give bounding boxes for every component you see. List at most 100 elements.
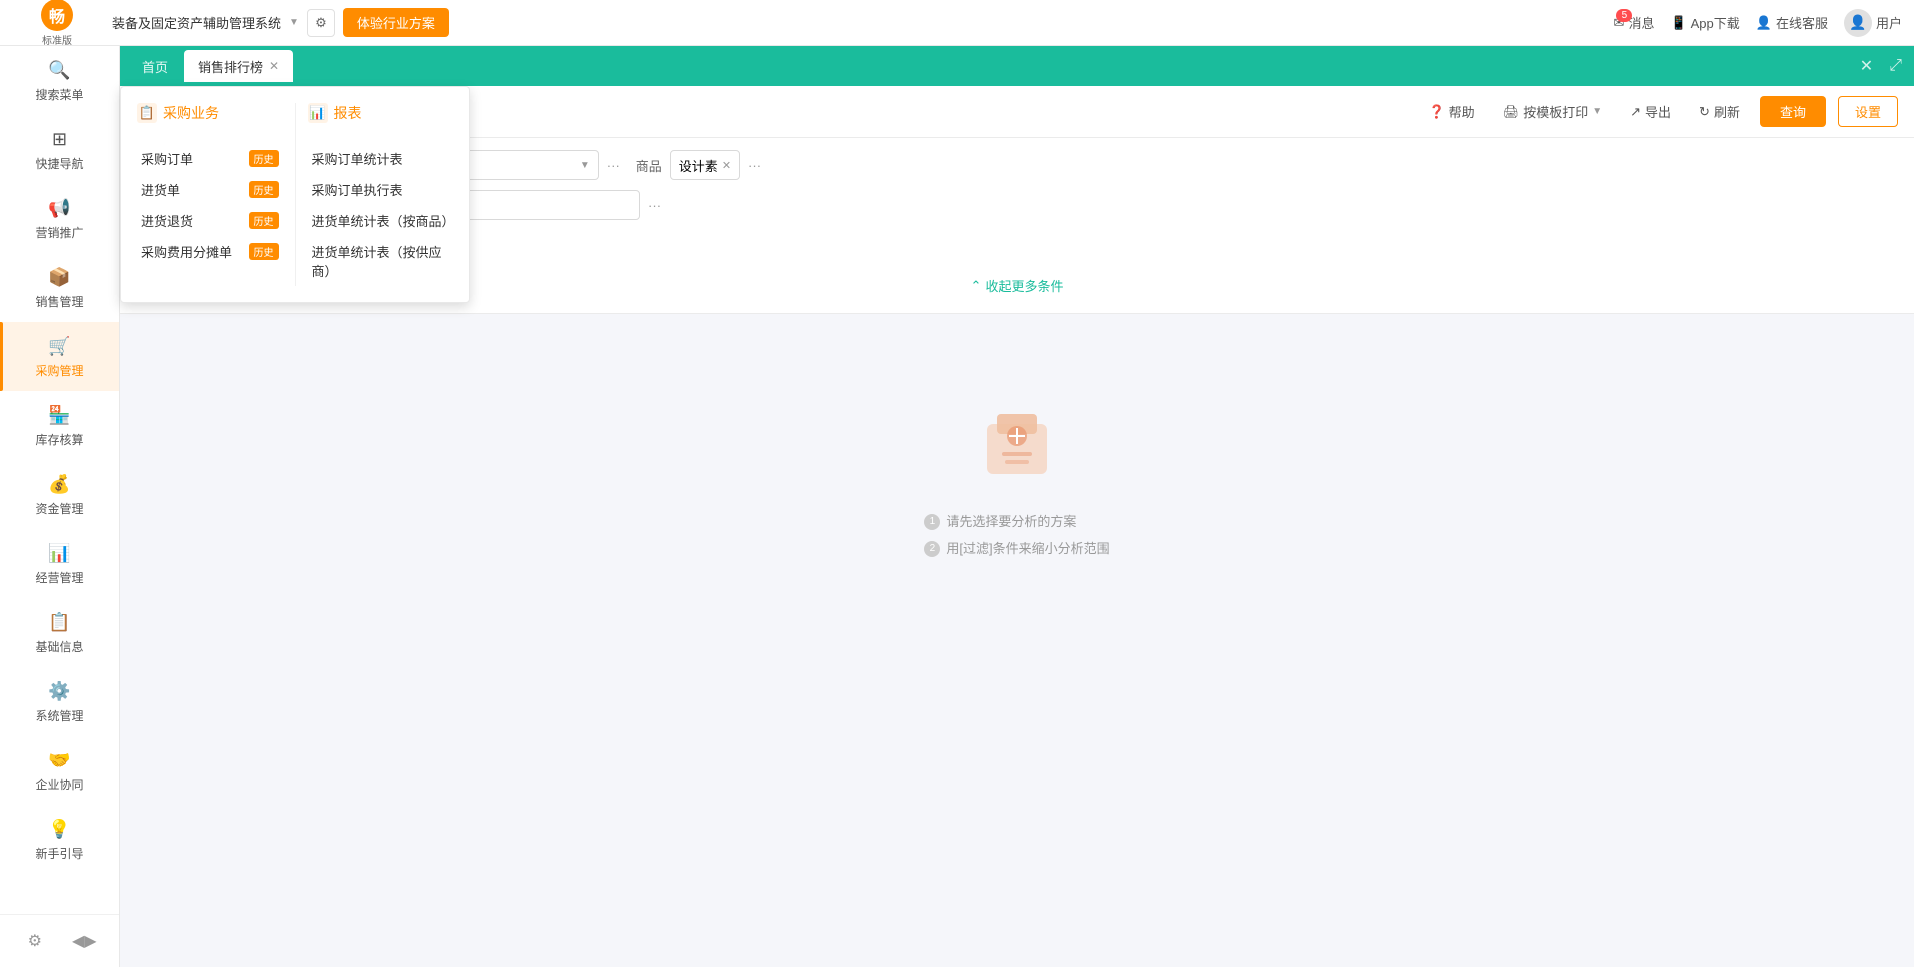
goods-tag[interactable]: 设计素 ✕ — [670, 150, 740, 180]
dropdown-item-order-exec[interactable]: 采购订单执行表 — [308, 174, 454, 205]
settings-bottom-btn[interactable]: ⚙ — [19, 925, 51, 957]
sidebar-item-purchase[interactable]: 🛒 采购管理 — [0, 322, 119, 391]
empty-hint-1-text: 请先选择要分析的方案 — [946, 510, 1076, 533]
phone-icon: 📱 — [1670, 15, 1686, 31]
online-service-btn[interactable]: 👤 在线客服 — [1756, 13, 1828, 32]
user-btn[interactable]: 👤 用户 — [1844, 9, 1902, 37]
dropdown-item-order-stat[interactable]: 采购订单统计表 — [308, 143, 454, 174]
export-icon: ↗ — [1630, 104, 1641, 120]
stock-in-label: 进货单 — [141, 180, 180, 199]
dropdown-item-stockin-stat-supplier[interactable]: 进货单统计表（按供应商） — [308, 236, 454, 286]
query-btn[interactable]: 查询 — [1760, 96, 1826, 127]
refresh-btn[interactable]: ↻ 刷新 — [1691, 98, 1748, 125]
sidebar-item-search[interactable]: 🔍 搜索菜单 — [0, 46, 119, 115]
purchase-expense-history-badge: 历史 — [249, 243, 279, 260]
goods-dots[interactable]: ··· — [748, 158, 761, 173]
system-settings-btn[interactable]: ⚙ — [307, 9, 335, 37]
purchase-col-icon: 📋 — [137, 103, 157, 123]
print-dropdown-arrow: ▼ — [1592, 106, 1602, 117]
system-area: 装备及固定资产辅助管理系统 ▼ ⚙ 体验行业方案 — [112, 8, 1614, 37]
print-label: 按模板打印 — [1523, 102, 1588, 121]
app-download-btn[interactable]: 📱 App下载 — [1670, 13, 1739, 32]
sidebar-label-finance: 资金管理 — [35, 500, 83, 517]
order-exec-label: 采购订单执行表 — [312, 180, 403, 199]
step-2-icon: 2 — [924, 541, 940, 557]
print-btn[interactable]: 🖨 按模板打印 ▼ — [1495, 98, 1610, 125]
refresh-label: 刷新 — [1714, 102, 1740, 121]
app-download-label: App下载 — [1691, 13, 1740, 32]
stock-in-history-badge: 历史 — [249, 181, 279, 198]
tab-home[interactable]: 首页 — [128, 50, 182, 82]
dropdown-col1-title-text: 采购业务 — [163, 103, 219, 123]
sidebar-item-marketing[interactable]: 📢 营销推广 — [0, 184, 119, 253]
empty-hint-1: 1 请先选择要分析的方案 — [924, 510, 1109, 533]
user-avatar: 👤 — [1844, 9, 1872, 37]
empty-illustration — [967, 394, 1067, 494]
system-name: 装备及固定资产辅助管理系统 — [112, 13, 281, 32]
tab-close-btn[interactable]: ✕ — [269, 59, 279, 73]
logo-subtext: 标准版 — [42, 32, 72, 47]
tab-sales-rank[interactable]: 销售排行榜 ✕ — [184, 50, 293, 82]
dropdown-divider — [295, 103, 296, 286]
sidebar-bottom: ⚙ ◀▶ — [0, 914, 119, 967]
basic-info-icon: 📋 — [48, 610, 72, 634]
dropdown-col2-title-text: 报表 — [334, 103, 362, 123]
sidebar-label-purchase: 采购管理 — [35, 362, 83, 379]
goods-filter-item: 商品 设计素 ✕ ··· — [636, 150, 761, 180]
settings-btn[interactable]: 设置 — [1838, 96, 1898, 127]
sidebar-item-system[interactable]: ⚙️ 系统管理 — [0, 667, 119, 736]
stock-return-label: 进货退货 — [141, 211, 193, 230]
goods-tag-value: 设计素 — [679, 156, 718, 175]
empty-state: 1 请先选择要分析的方案 2 用[过滤]条件来缩小分析范围 — [120, 314, 1914, 641]
logo-area: 畅 标准版 — [12, 0, 102, 47]
sidebar-item-operations[interactable]: 📊 经营管理 — [0, 529, 119, 598]
sidebar-item-enterprise[interactable]: 🤝 企业协同 — [0, 736, 119, 805]
export-label: 导出 — [1645, 102, 1671, 121]
finance-icon: 💰 — [48, 472, 72, 496]
sidebar-item-inventory[interactable]: 🏪 库存核算 — [0, 391, 119, 460]
dropdown-item-purchase-order[interactable]: 采购订单 历史 — [137, 143, 283, 174]
sidebar-label-basic-info: 基础信息 — [35, 638, 83, 655]
export-btn[interactable]: ↗ 导出 — [1622, 98, 1679, 125]
sidebar-item-guide[interactable]: 💡 新手引导 — [0, 805, 119, 874]
order-stat-label: 采购订单统计表 — [312, 149, 403, 168]
collapse-label: 收起更多条件 — [985, 276, 1063, 295]
salesperson-select[interactable] — [460, 190, 640, 220]
sidebar-label-system: 系统管理 — [35, 707, 83, 724]
doc-status-arrow: ▼ — [580, 160, 590, 171]
topbar-right: ✉ 5 消息 📱 App下载 👤 在线客服 👤 用户 — [1614, 9, 1902, 37]
service-icon: 👤 — [1756, 15, 1772, 31]
help-btn[interactable]: ❓ 帮助 — [1420, 98, 1482, 125]
message-label: 消息 — [1628, 13, 1654, 32]
purchase-order-history-badge: 历史 — [249, 150, 279, 167]
sidebar-item-quick-nav[interactable]: ⊞ 快捷导航 — [0, 115, 119, 184]
dropdown-item-purchase-expense[interactable]: 采购费用分摊单 历史 — [137, 236, 283, 267]
system-dropdown-arrow[interactable]: ▼ — [289, 17, 299, 28]
system-icon: ⚙️ — [48, 679, 72, 703]
purchase-icon: 🛒 — [48, 334, 72, 358]
purchase-expense-label: 采购费用分摊单 — [141, 242, 232, 261]
reports-col-icon: 📊 — [308, 103, 328, 123]
dropdown-item-stock-return[interactable]: 进货退货 历史 — [137, 205, 283, 236]
message-btn[interactable]: ✉ 5 消息 — [1614, 13, 1655, 32]
tab-close-all-btn[interactable]: ✕ — [1856, 52, 1877, 80]
tab-sales-rank-label: 销售排行榜 — [198, 57, 263, 76]
goods-tag-close[interactable]: ✕ — [722, 159, 731, 172]
industry-btn[interactable]: 体验行业方案 — [343, 8, 449, 37]
help-icon: ❓ — [1428, 104, 1444, 120]
sidebar-label-search: 搜索菜单 — [35, 86, 83, 103]
dropdown-item-stockin-stat-goods[interactable]: 进货单统计表（按商品） — [308, 205, 454, 236]
empty-hint-2-text: 用[过滤]条件来缩小分析范围 — [946, 537, 1109, 560]
sidebar-item-finance[interactable]: 💰 资金管理 — [0, 460, 119, 529]
dropdown-item-stock-in[interactable]: 进货单 历史 — [137, 174, 283, 205]
print-icon: 🖨 — [1503, 104, 1520, 120]
online-service-label: 在线客服 — [1776, 13, 1828, 32]
sidebar-item-sales[interactable]: 📦 销售管理 — [0, 253, 119, 322]
sidebar-label-inventory: 库存核算 — [35, 431, 83, 448]
stockin-stat-supplier-label: 进货单统计表（按供应商） — [312, 242, 450, 280]
collapse-sidebar-btn[interactable]: ◀▶ — [68, 925, 100, 957]
tab-expand-btn[interactable]: ⤢ — [1885, 53, 1906, 79]
sidebar-item-basic-info[interactable]: 📋 基础信息 — [0, 598, 119, 667]
salesperson-dots[interactable]: ··· — [648, 198, 661, 213]
doc-status-dots[interactable]: ··· — [607, 158, 620, 173]
